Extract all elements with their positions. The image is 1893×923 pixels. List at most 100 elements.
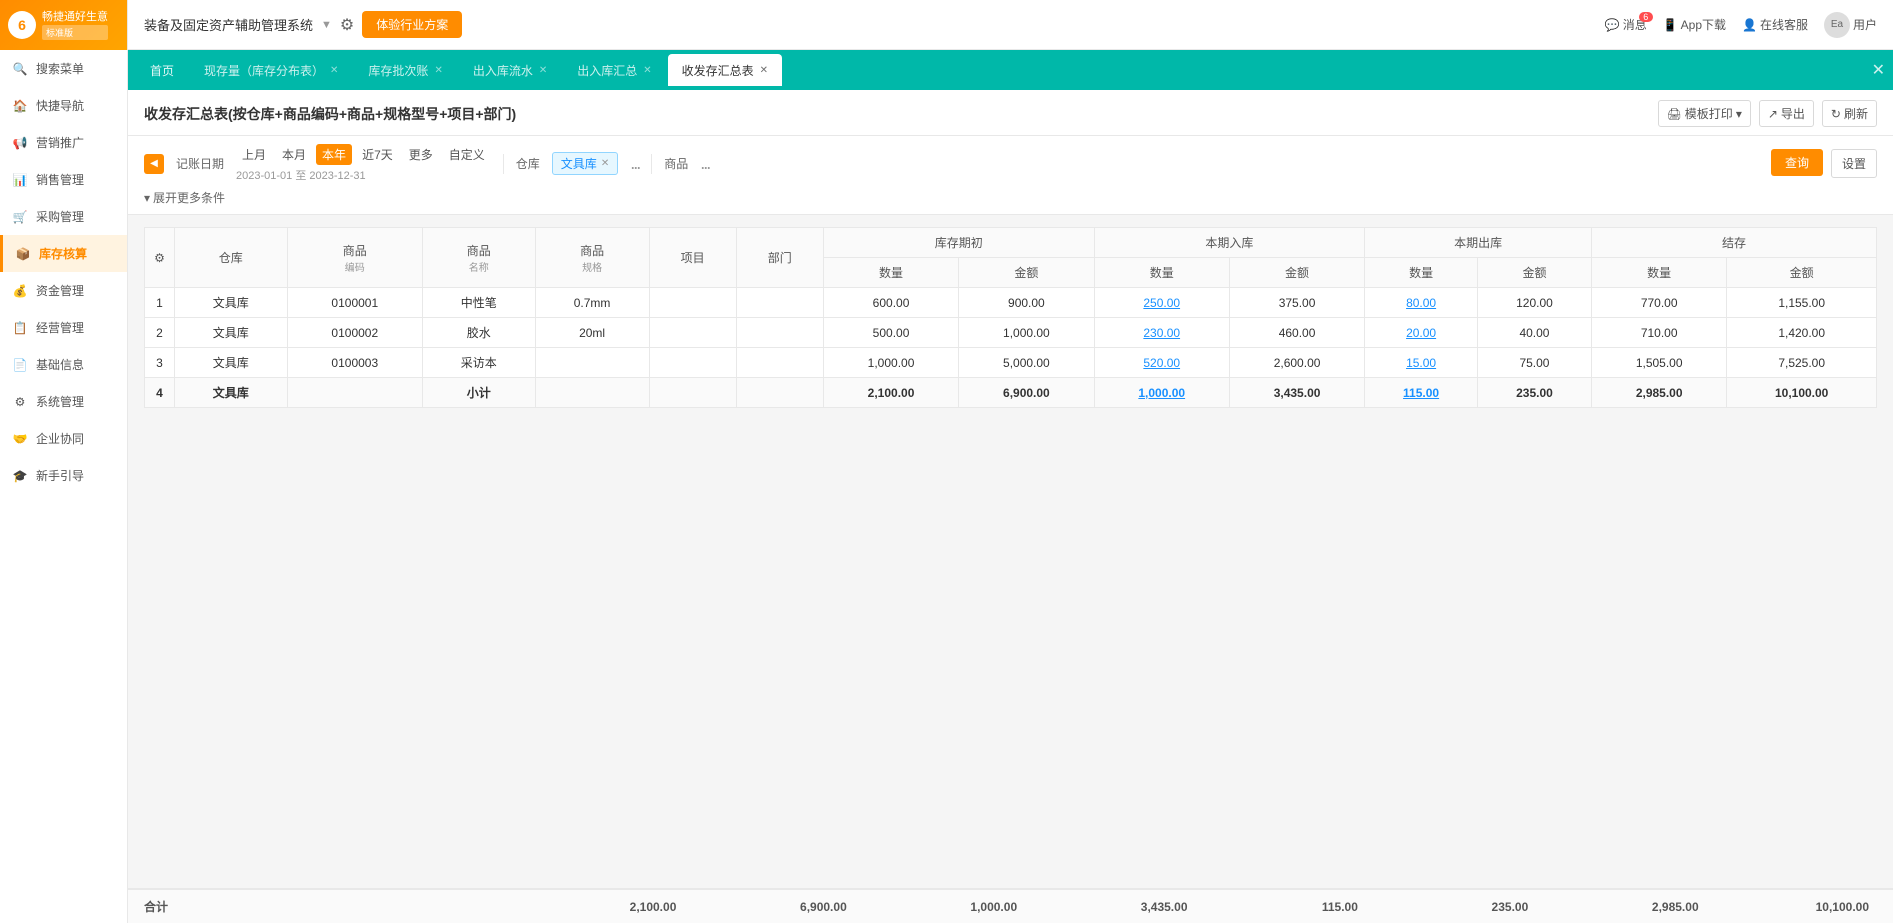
filter-collapse-btn[interactable]: ◀ [144,154,164,174]
cell-bal-qty-2: 1,505.00 [1592,348,1727,378]
col-settings-header[interactable]: ⚙ [145,228,175,288]
sidebar-icon-10: 🤝 [12,431,28,447]
table-body: 1 文具库 0100001 中性笔 0.7mm 600.00 900.00 25… [145,288,1877,408]
cell-out-qty-0[interactable]: 80.00 [1365,288,1478,318]
refresh-btn[interactable]: ↻ 刷新 [1822,100,1877,127]
out-qty-link-1[interactable]: 20.00 [1406,326,1436,340]
table-settings-icon[interactable]: ⚙ [154,251,165,265]
topbar-dropdown-arrow[interactable]: ▼ [321,19,332,31]
filter-bar: ◀ 记账日期 上月 本月 本年 近7天 更多 自定义 2023-01-01 至 … [128,136,1893,215]
sidebar-label-6: 资金管理 [36,282,84,299]
in-qty-link-0[interactable]: 250.00 [1143,296,1180,310]
subtotal-in-qty[interactable]: 1,000.00 [1138,386,1185,400]
cell-out-amt-3: 235.00 [1477,378,1591,408]
tab-label-3: 出入库流水 [473,62,533,79]
sidebar-item-4[interactable]: 🛒 采购管理 [0,198,127,235]
online-service-btn[interactable]: 👤 在线客服 [1742,16,1808,33]
footer-begin-qty: 2,100.00 [514,900,684,914]
close-all-tabs-btn[interactable]: ✕ [1872,60,1885,80]
tab-label-0: 首页 [150,62,174,79]
tab-close-2[interactable]: ✕ [434,65,442,76]
cell-begin-amt-2: 5,000.00 [959,348,1094,378]
cell-dept-2 [736,348,823,378]
tab-close-3[interactable]: ✕ [539,65,547,76]
settings-gear-icon[interactable]: ⚙ [340,15,354,35]
col-project-header: 项目 [649,228,736,288]
sidebar-item-7[interactable]: 📋 经营管理 [0,309,127,346]
sidebar-item-10[interactable]: 🤝 企业协同 [0,420,127,457]
sidebar-item-2[interactable]: 📢 营销推广 [0,124,127,161]
sidebar-item-5[interactable]: 📦 库存核算 [0,235,127,272]
user-avatar: Ea [1824,12,1850,38]
cell-name-0: 中性笔 [422,288,535,318]
date-opt-this-month[interactable]: 本月 [276,144,312,165]
service-icon: 👤 [1742,18,1757,32]
tab-close-5[interactable]: ✕ [760,65,768,76]
cell-begin-qty-3: 2,100.00 [823,378,958,408]
print-btn[interactable]: 🖨 模板打印 ▾ [1658,100,1751,127]
date-opt-last-month[interactable]: 上月 [236,144,272,165]
date-opt-more[interactable]: 更多 [403,144,439,165]
print-icon: 🖨 [1667,107,1682,121]
subtotal-out-qty[interactable]: 115.00 [1403,386,1439,400]
out-qty-link-0[interactable]: 80.00 [1406,296,1436,310]
sidebar-item-0[interactable]: 🔍 搜索菜单 [0,50,127,87]
cell-warehouse-3: 文具库 [175,378,288,408]
tabs-container: 首页现存量（库存分布表）✕库存批次账✕出入库流水✕出入库汇总✕收发存汇总表✕ [136,54,1870,86]
warehouse-tag-close[interactable]: ✕ [601,158,609,169]
cell-in-qty-1[interactable]: 230.00 [1094,318,1229,348]
cell-in-amt-2: 2,600.00 [1229,348,1364,378]
export-btn[interactable]: ↗ 导出 [1759,100,1814,127]
in-qty-link-1[interactable]: 230.00 [1143,326,1180,340]
sidebar-item-3[interactable]: 📊 销售管理 [0,161,127,198]
sidebar-label-1: 快捷导航 [36,97,84,114]
warehouse-tag: 文具库 ✕ [552,152,618,175]
tab-4[interactable]: 出入库汇总✕ [563,54,665,86]
bal-amt-header: 金额 [1727,258,1877,288]
cell-out-qty-1[interactable]: 20.00 [1365,318,1478,348]
in-qty-link-2[interactable]: 520.00 [1143,356,1180,370]
main-content: 装备及固定资产辅助管理系统 ▼ ⚙ 体验行业方案 💬 消息 6 📱 App下载 … [128,0,1893,923]
cell-in-qty-0[interactable]: 250.00 [1094,288,1229,318]
footer-in-qty: 1,000.00 [855,900,1025,914]
tab-5[interactable]: 收发存汇总表✕ [668,54,782,86]
table-row: 2 文具库 0100002 胶水 20ml 500.00 1,000.00 23… [145,318,1877,348]
tab-close-4[interactable]: ✕ [643,65,651,76]
goods-more-btn[interactable]: ... [700,153,709,174]
date-opt-custom[interactable]: 自定义 [443,144,491,165]
sidebar-item-1[interactable]: 🏠 快捷导航 [0,87,127,124]
tab-0[interactable]: 首页 [136,54,188,86]
settings-btn[interactable]: 设置 [1831,149,1877,178]
cell-dept-0 [736,288,823,318]
user-btn[interactable]: Ea 用户 [1824,12,1877,38]
footer-in-amt: 3,435.00 [1025,900,1195,914]
sidebar-item-6[interactable]: 💰 资金管理 [0,272,127,309]
logo-icon: 6 [8,11,36,39]
expand-conditions-btn[interactable]: ▾ 展开更多条件 [144,189,1877,206]
sidebar-item-9[interactable]: ⚙ 系统管理 [0,383,127,420]
cell-in-qty-2[interactable]: 520.00 [1094,348,1229,378]
out-qty-link-2[interactable]: 15.00 [1406,356,1436,370]
date-opt-this-year[interactable]: 本年 [316,144,352,165]
warehouse-more-btn[interactable]: ... [630,153,639,174]
trial-btn[interactable]: 体验行业方案 [362,11,462,38]
tab-close-1[interactable]: ✕ [330,65,338,76]
sidebar-icon-3: 📊 [12,172,28,188]
cell-out-amt-2: 75.00 [1477,348,1591,378]
cell-begin-qty-0: 600.00 [823,288,958,318]
app-download-btn[interactable]: 📱 App下载 [1663,16,1726,33]
tab-1[interactable]: 现存量（库存分布表）✕ [190,54,352,86]
cell-out-qty-2[interactable]: 15.00 [1365,348,1478,378]
cell-project-0 [649,288,736,318]
sidebar-icon-6: 💰 [12,283,28,299]
sidebar-item-8[interactable]: 📄 基础信息 [0,346,127,383]
sidebar-item-11[interactable]: 🎓 新手引导 [0,457,127,494]
date-opt-7days[interactable]: 近7天 [356,144,399,165]
tab-2[interactable]: 库存批次账✕ [354,54,456,86]
query-btn[interactable]: 查询 [1771,149,1823,176]
expand-icon: ▾ [144,191,150,205]
tab-3[interactable]: 出入库流水 ✕ [459,54,561,86]
refresh-icon: ↻ [1831,107,1841,121]
messages-btn[interactable]: 💬 消息 6 [1605,16,1647,33]
logo-tag: 标准版 [42,25,108,40]
